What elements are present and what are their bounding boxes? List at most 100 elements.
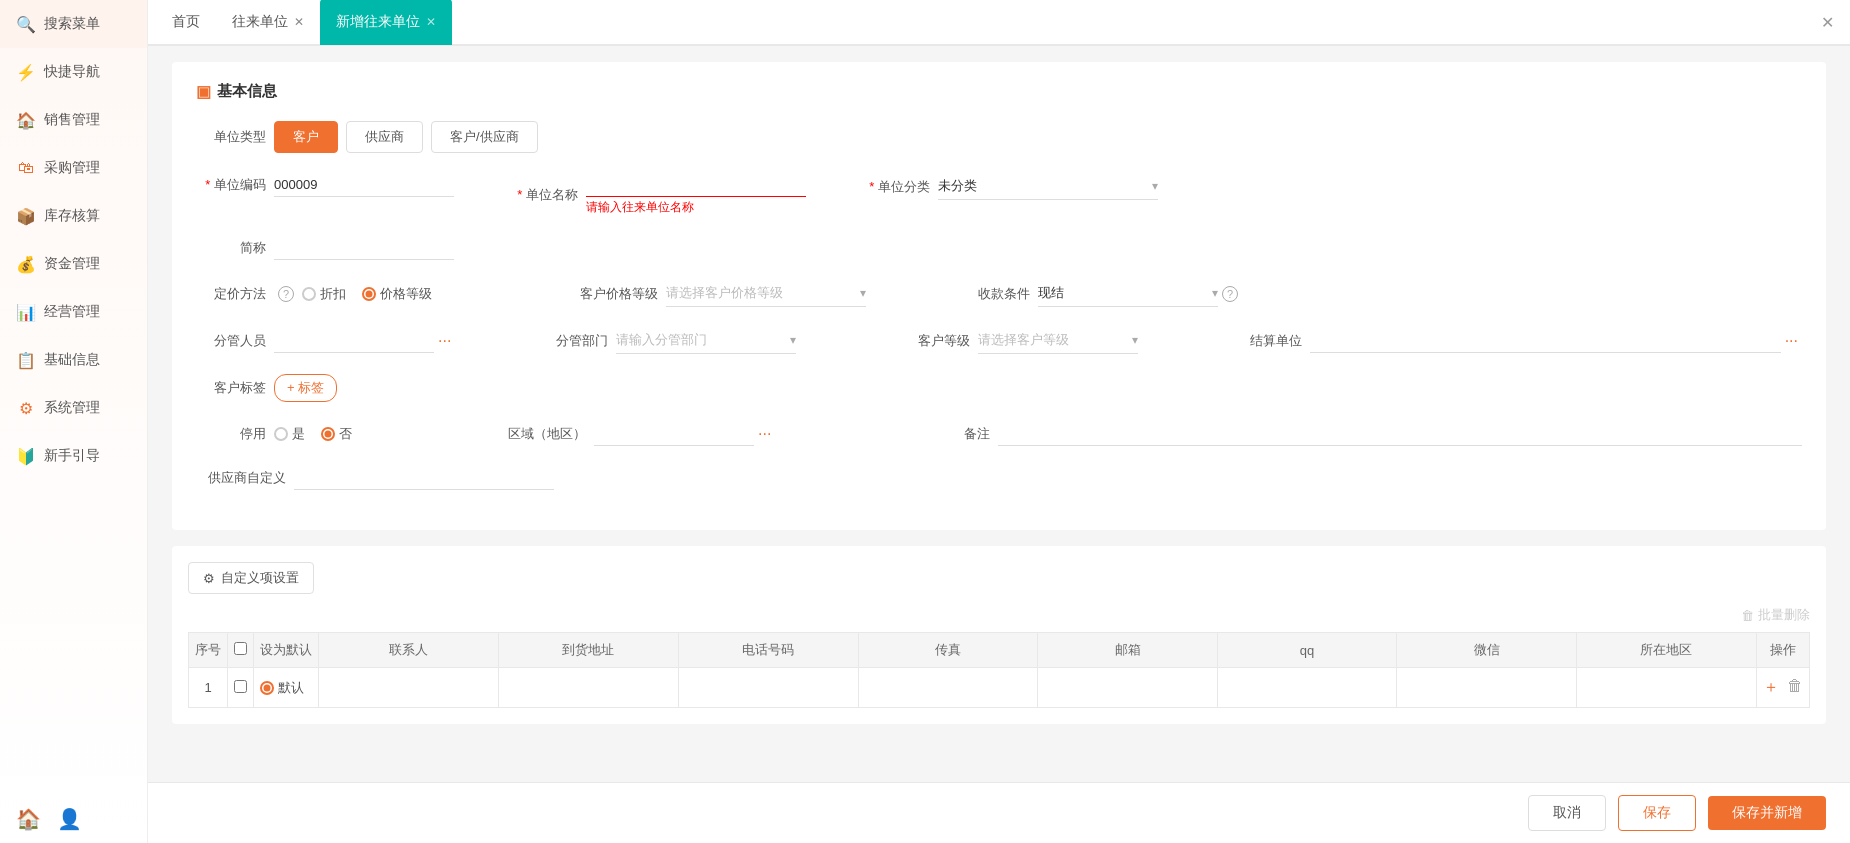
sidebar-label: 库存核算 bbox=[44, 207, 100, 225]
tab-contacts[interactable]: 往来单位 ✕ bbox=[216, 0, 320, 45]
unit-name-error: 请输入往来单位名称 bbox=[586, 199, 828, 216]
radio-label: 折扣 bbox=[320, 285, 346, 303]
col-header-9: 微信 bbox=[1397, 633, 1577, 668]
sidebar-label: 经营管理 bbox=[44, 303, 100, 321]
disable-radio-是[interactable]: 是 bbox=[274, 425, 305, 443]
close-all-tabs[interactable]: ✕ bbox=[1813, 13, 1842, 32]
chevron-down-icon3: ▾ bbox=[1212, 286, 1218, 300]
wechat-input[interactable] bbox=[1403, 676, 1570, 699]
table-row: 1默认＋🗑 bbox=[189, 668, 1810, 708]
payment-terms-value: 现结 bbox=[1038, 284, 1208, 302]
sidebar-user-icon[interactable]: 👤 bbox=[57, 807, 82, 831]
short-name-input[interactable] bbox=[274, 236, 454, 260]
section-title: ▣ 基本信息 bbox=[196, 82, 1802, 101]
payment-terms-group: 收款条件 现结 ▾ ? bbox=[960, 280, 1802, 307]
sidebar-item-guide[interactable]: 🔰新手引导 bbox=[0, 432, 147, 480]
save-new-button[interactable]: 保存并新增 bbox=[1708, 796, 1826, 830]
unit-code-input[interactable] bbox=[274, 173, 454, 197]
contact-cell[interactable] bbox=[319, 668, 499, 708]
unit-type-label: 单位类型 bbox=[196, 128, 266, 146]
form-content: ▣ 基本信息 单位类型 客户供应商客户/供应商 单位编码 单位名称 bbox=[148, 46, 1850, 782]
price-level-select[interactable]: 请选择客户价格等级 ▾ bbox=[666, 280, 866, 307]
sidebar-item-purchase[interactable]: 🛍采购管理 bbox=[0, 144, 147, 192]
disable-radio-否[interactable]: 否 bbox=[321, 425, 352, 443]
department-select[interactable]: 请输入分管部门 ▾ bbox=[616, 327, 796, 354]
tab-home[interactable]: 首页 bbox=[156, 0, 216, 45]
unit-type-row: 单位类型 客户供应商客户/供应商 bbox=[196, 121, 1802, 153]
operations-icon: 📊 bbox=[16, 302, 36, 322]
pricing-help-icon[interactable]: ? bbox=[278, 286, 294, 302]
contact-input[interactable] bbox=[325, 676, 492, 699]
row-checkbox[interactable] bbox=[234, 680, 247, 693]
sidebar: 🔍搜索菜单⚡快捷导航🏠销售管理🛍采购管理📦库存核算💰资金管理 📊 经营管理 📋基础信息… bbox=[0, 0, 148, 843]
phone-input[interactable] bbox=[685, 676, 852, 699]
customer-level-select[interactable]: 请选择客户等级 ▾ bbox=[978, 327, 1138, 354]
pricing-radio-价格等级[interactable]: 价格等级 bbox=[362, 285, 432, 303]
unit-category-select[interactable]: 未分类 ▾ bbox=[938, 173, 1158, 200]
phone-cell[interactable] bbox=[678, 668, 858, 708]
cancel-button[interactable]: 取消 bbox=[1528, 795, 1606, 831]
wechat-cell[interactable] bbox=[1397, 668, 1577, 708]
col-header-3: 联系人 bbox=[319, 633, 499, 668]
tab-close[interactable]: ✕ bbox=[294, 15, 304, 29]
sidebar-item-operations[interactable]: 📊 经营管理 bbox=[0, 288, 147, 336]
tab-label: 新增往来单位 bbox=[336, 13, 420, 31]
address-input[interactable] bbox=[505, 676, 672, 699]
tab-label: 往来单位 bbox=[232, 13, 288, 31]
region-input[interactable] bbox=[1583, 676, 1750, 699]
tab-close[interactable]: ✕ bbox=[426, 15, 436, 29]
col-header-2: 设为默认 bbox=[254, 633, 319, 668]
sidebar-item-sales[interactable]: 🏠销售管理 bbox=[0, 96, 147, 144]
unit-name-input[interactable] bbox=[586, 173, 806, 197]
sidebar-item-system[interactable]: ⚙系统管理 bbox=[0, 384, 147, 432]
col-header-4: 到货地址 bbox=[498, 633, 678, 668]
price-level-label: 客户价格等级 bbox=[568, 285, 658, 303]
remark-input[interactable] bbox=[998, 422, 1802, 446]
manager-more-btn[interactable]: ··· bbox=[434, 332, 455, 350]
disable-region-row: 停用 是否 区域（地区） ··· 备注 bbox=[196, 422, 1802, 446]
address-cell[interactable] bbox=[498, 668, 678, 708]
tab-new-contact[interactable]: 新增往来单位 ✕ bbox=[320, 0, 452, 45]
delete-row-icon[interactable]: 🗑 bbox=[1787, 677, 1803, 698]
email-cell[interactable] bbox=[1038, 668, 1218, 708]
settlement-more-btn[interactable]: ··· bbox=[1781, 332, 1802, 350]
unit-type-btn-客户[interactable]: 客户 bbox=[274, 121, 338, 153]
save-button[interactable]: 保存 bbox=[1618, 795, 1696, 831]
sidebar-item-search-menu[interactable]: 🔍搜索菜单 bbox=[0, 0, 147, 48]
sidebar-item-finance[interactable]: 💰资金管理 bbox=[0, 240, 147, 288]
payment-help-icon[interactable]: ? bbox=[1222, 286, 1238, 302]
unit-name-group: 单位名称 请输入往来单位名称 bbox=[508, 173, 828, 216]
payment-terms-select[interactable]: 现结 ▾ bbox=[1038, 280, 1218, 307]
unit-type-btn-客户/供应商[interactable]: 客户/供应商 bbox=[431, 121, 538, 153]
region-more-btn[interactable]: ··· bbox=[754, 425, 775, 443]
pricing-radio-折扣[interactable]: 折扣 bbox=[302, 285, 346, 303]
custom-settings-button[interactable]: ⚙ 自定义项设置 bbox=[188, 562, 314, 594]
sidebar-item-quick-nav[interactable]: ⚡快捷导航 bbox=[0, 48, 147, 96]
add-row-icon[interactable]: ＋ bbox=[1763, 677, 1779, 698]
sidebar-item-basic-info[interactable]: 📋基础信息 bbox=[0, 336, 147, 384]
unit-type-btn-供应商[interactable]: 供应商 bbox=[346, 121, 423, 153]
supplier-custom-input[interactable] bbox=[294, 466, 554, 490]
manager-input[interactable] bbox=[274, 329, 434, 353]
fax-cell[interactable] bbox=[858, 668, 1038, 708]
sales-icon: 🏠 bbox=[16, 110, 36, 130]
batch-delete-btn[interactable]: 🗑 批量删除 bbox=[1741, 606, 1810, 624]
qq-cell[interactable] bbox=[1217, 668, 1397, 708]
region-input[interactable] bbox=[594, 422, 754, 446]
email-input[interactable] bbox=[1044, 676, 1211, 699]
default-cell: 默认 bbox=[254, 668, 319, 708]
settlement-unit-input[interactable] bbox=[1310, 329, 1781, 353]
remark-group: 备注 bbox=[920, 422, 1802, 446]
purchase-icon: 🛍 bbox=[16, 158, 36, 178]
select-all-checkbox[interactable] bbox=[234, 642, 247, 655]
sidebar-home-icon[interactable]: 🏠 bbox=[16, 807, 41, 831]
form-footer: 取消 保存 保存并新增 bbox=[148, 782, 1850, 843]
default-radio[interactable]: 默认 bbox=[260, 679, 312, 697]
tag-add-button[interactable]: + 标签 bbox=[274, 374, 337, 402]
settlement-unit-group: 结算单位 ··· bbox=[1232, 329, 1802, 353]
fax-input[interactable] bbox=[865, 676, 1032, 699]
qq-input[interactable] bbox=[1224, 676, 1391, 699]
supplier-custom-group: 供应商自定义 bbox=[196, 466, 656, 490]
region-cell[interactable] bbox=[1577, 668, 1757, 708]
sidebar-item-inventory[interactable]: 📦库存核算 bbox=[0, 192, 147, 240]
